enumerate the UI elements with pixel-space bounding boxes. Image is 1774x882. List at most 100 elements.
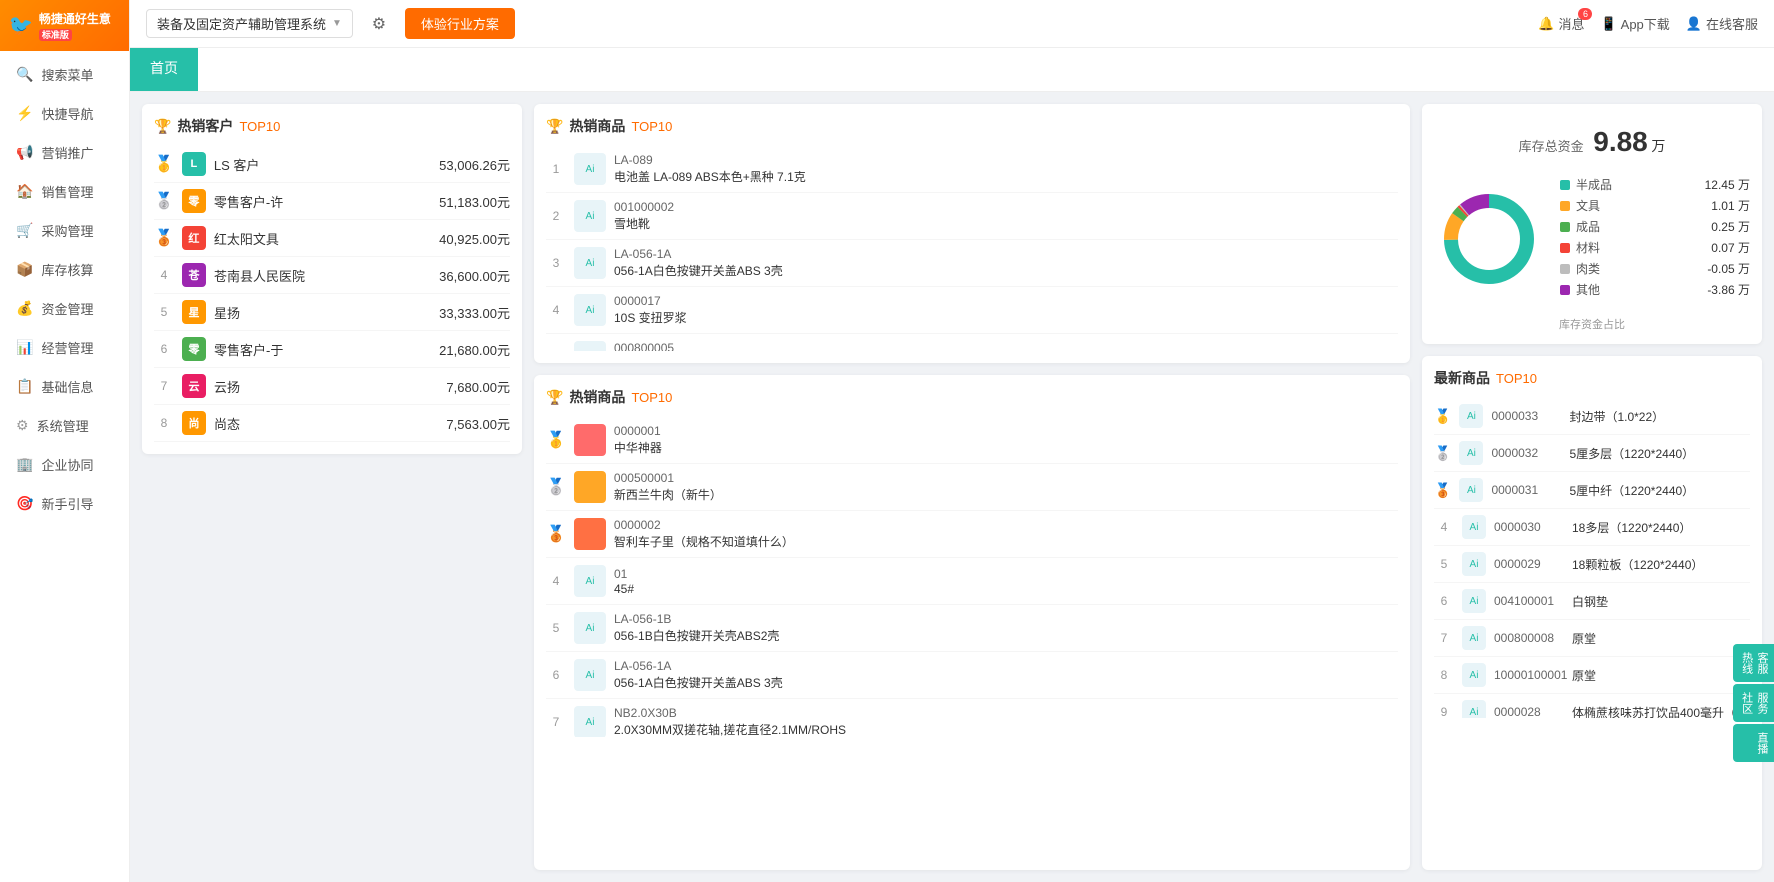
hot-products-bottom-title: 🏆 热销商品 TOP10 (546, 387, 1398, 407)
sidebar-item-search[interactable]: 🔍 搜索菜单 (0, 55, 129, 94)
product-info: LA-056-1A 056-1A白色按键开关盖ABS 3壳 (614, 247, 1398, 279)
newest-row[interactable]: 4 Ai 0000030 18多层（1220*2440） (1434, 509, 1750, 546)
tab-home[interactable]: 首页 (130, 48, 198, 91)
gear-button[interactable]: ⚙ (365, 10, 393, 38)
legend-name: 文具 (1576, 197, 1705, 214)
float-community-btn[interactable]: 服务社区 (1733, 684, 1774, 722)
newest-title-text: 最新商品 (1434, 368, 1490, 388)
right-column: 库存总资金 9.88 万 半成品 12.45 万 (1422, 104, 1762, 870)
app-download-button[interactable]: 📱 App下载 (1600, 14, 1669, 33)
newest-code: 0000031 (1491, 483, 1561, 497)
app-icon: 📱 (1600, 16, 1616, 32)
sidebar-item-purchase-label: 采购管理 (41, 221, 93, 240)
customer-row[interactable]: 4 苍 苍南县人民医院 36,600.00元 (154, 257, 510, 294)
sidebar-item-marketing[interactable]: 📢 营销推广 (0, 133, 129, 172)
hot-product-row[interactable]: 4 Ai 01 45# (546, 558, 1398, 605)
customer-row[interactable]: 5 星 星扬 33,333.00元 (154, 294, 510, 331)
product-name: 45# (614, 582, 1398, 596)
customer-top10-card: 🏆 热销客户 TOP10 🥇 L LS 客户 53,006.26元 🥈 零 零售… (142, 104, 522, 454)
customer-avatar: 红 (182, 226, 206, 250)
newest-row[interactable]: 7 Ai 000800008 原堂 (1434, 620, 1750, 657)
newest-row[interactable]: 6 Ai 004100001 白钢垫 (1434, 583, 1750, 620)
product-code: LA-089 (614, 153, 1398, 167)
inventory-icon: 📦 (16, 261, 33, 278)
customer-row[interactable]: 🥈 零 零售客户-许 51,183.00元 (154, 183, 510, 220)
sidebar-item-guide[interactable]: 🎯 新手引导 (0, 484, 129, 523)
service-button[interactable]: 👤 在线客服 (1686, 14, 1758, 33)
newest-name: 原堂 (1572, 667, 1750, 684)
sidebar-item-search-label: 搜索菜单 (41, 65, 93, 84)
sidebar-item-base[interactable]: 📋 基础信息 (0, 367, 129, 406)
rank-badge: 🥉 (546, 524, 566, 544)
sidebar-item-inventory[interactable]: 📦 库存核算 (0, 250, 129, 289)
newest-row[interactable]: 🥉 Ai 0000031 5厘中纤（1220*2440） (1434, 472, 1750, 509)
newest-name: 18颗粒板（1220*2440） (1572, 556, 1750, 573)
sidebar-item-collab[interactable]: 🏢 企业协同 (0, 445, 129, 484)
rank-num: 7 (154, 379, 174, 393)
trial-button[interactable]: 体验行业方案 (405, 8, 515, 39)
hot-mid-row[interactable]: 5 Ai 000800005 手机测试 (546, 334, 1398, 351)
inventory-donut: 半成品 12.45 万 文具 1.01 万 成品 0.25 万 材料 0.07 … (1434, 168, 1750, 310)
sidebar-item-quicknav-label: 快捷导航 (41, 104, 93, 123)
newest-product-icon: Ai (1462, 663, 1486, 687)
hot-product-row[interactable]: 🥈 000500001 新西兰牛肉（新牛） (546, 464, 1398, 511)
customer-amount: 7,680.00元 (446, 377, 510, 396)
customer-avatar: L (182, 152, 206, 176)
product-name: 雪地靴 (614, 215, 1398, 232)
newest-row[interactable]: 8 Ai 10000100001 原堂 (1434, 657, 1750, 694)
hot-product-row[interactable]: 7 Ai NB2.0X30B 2.0X30MM双搓花轴,搓花直径2.1MM/RO… (546, 699, 1398, 737)
customer-row[interactable]: 6 零 零售客户-于 21,680.00元 (154, 331, 510, 368)
sidebar-item-base-label: 基础信息 (41, 377, 93, 396)
sidebar-item-sales[interactable]: 🏠 销售管理 (0, 172, 129, 211)
sidebar-item-system[interactable]: ⚙ 系统管理 (0, 406, 129, 445)
newest-row[interactable]: 🥇 Ai 0000033 封边带（1.0*22） (1434, 398, 1750, 435)
hot-product-row[interactable]: 5 Ai LA-056-1B 056-1B白色按键开关壳ABS2壳 (546, 605, 1398, 652)
product-placeholder: Ai (574, 153, 606, 185)
customer-row[interactable]: 🥉 红 红太阳文具 40,925.00元 (154, 220, 510, 257)
hot-mid-row[interactable]: 1 Ai LA-089 电池盖 LA-089 ABS本色+黑种 7.1克 (546, 146, 1398, 193)
customer-row[interactable]: 🥇 L LS 客户 53,006.26元 (154, 146, 510, 183)
sidebar: 🐦 畅捷通好生意 标准版 🔍 搜索菜单 ⚡ 快捷导航 📢 营销推广 🏠 销售管理… (0, 0, 130, 882)
float-service-btn[interactable]: 客服热线 (1733, 644, 1774, 682)
newest-row[interactable]: 🥈 Ai 0000032 5厘多层（1220*2440） (1434, 435, 1750, 472)
float-console-btn[interactable]: 直播 (1733, 724, 1774, 762)
sidebar-item-purchase[interactable]: 🛒 采购管理 (0, 211, 129, 250)
customer-row[interactable]: 8 尚 尚态 7,563.00元 (154, 405, 510, 442)
hot-product-row[interactable]: 🥇 0000001 中华神器 (546, 417, 1398, 464)
hot-product-row[interactable]: 6 Ai LA-056-1A 056-1A白色按键开关盖ABS 3壳 (546, 652, 1398, 699)
newest-product-icon: Ai (1462, 552, 1486, 576)
hot-mid-row[interactable]: 2 Ai 001000002 雪地靴 (546, 193, 1398, 240)
sidebar-item-finance[interactable]: 💰 资金管理 (0, 289, 129, 328)
product-placeholder: Ai (574, 247, 606, 279)
customer-avatar: 苍 (182, 263, 206, 287)
product-image (574, 424, 606, 456)
newest-num: 5 (1434, 557, 1454, 571)
customer-amount: 51,183.00元 (439, 192, 510, 211)
system-selector[interactable]: 装备及固定资产辅助管理系统 ▼ (146, 9, 353, 38)
sidebar-item-sales-label: 销售管理 (41, 182, 93, 201)
customer-row[interactable]: 7 云 云扬 7,680.00元 (154, 368, 510, 405)
sidebar-item-system-label: 系统管理 (37, 416, 89, 435)
newest-row[interactable]: 9 Ai 0000028 体椭蔗核味苏打饮品400毫升（1*15） (1434, 694, 1750, 718)
message-button[interactable]: 🔔 消息 6 (1538, 14, 1584, 33)
topbar: 装备及固定资产辅助管理系统 ▼ ⚙ 体验行业方案 🔔 消息 6 📱 App下载 … (130, 0, 1774, 48)
hot-mid-row[interactable]: 3 Ai LA-056-1A 056-1A白色按键开关盖ABS 3壳 (546, 240, 1398, 287)
customer-avatar: 零 (182, 189, 206, 213)
float-buttons: 客服热线 服务社区 直播 (1733, 644, 1774, 762)
rank-badge: 🥈 (546, 477, 566, 497)
newest-name: 18多层（1220*2440） (1572, 519, 1750, 536)
legend-name: 肉类 (1576, 260, 1701, 277)
newest-title: 最新商品 TOP10 (1434, 368, 1750, 388)
sidebar-item-ops[interactable]: 📊 经营管理 (0, 328, 129, 367)
hot-product-row[interactable]: 🥉 0000002 智利车子里（规格不知道填什么） (546, 511, 1398, 558)
customer-name: LS 客户 (214, 155, 431, 174)
selector-arrow-icon: ▼ (332, 18, 342, 29)
customer-avatar: 零 (182, 337, 206, 361)
newest-row[interactable]: 5 Ai 0000029 18颗粒板（1220*2440） (1434, 546, 1750, 583)
newest-name: 白钢垫 (1572, 593, 1750, 610)
hot-mid-row[interactable]: 4 Ai 0000017 10S 变扭罗浆 (546, 287, 1398, 334)
legend-dot (1560, 201, 1570, 211)
sidebar-item-quicknav[interactable]: ⚡ 快捷导航 (0, 94, 129, 133)
newest-code: 0000033 (1491, 409, 1561, 423)
product-image (574, 471, 606, 503)
